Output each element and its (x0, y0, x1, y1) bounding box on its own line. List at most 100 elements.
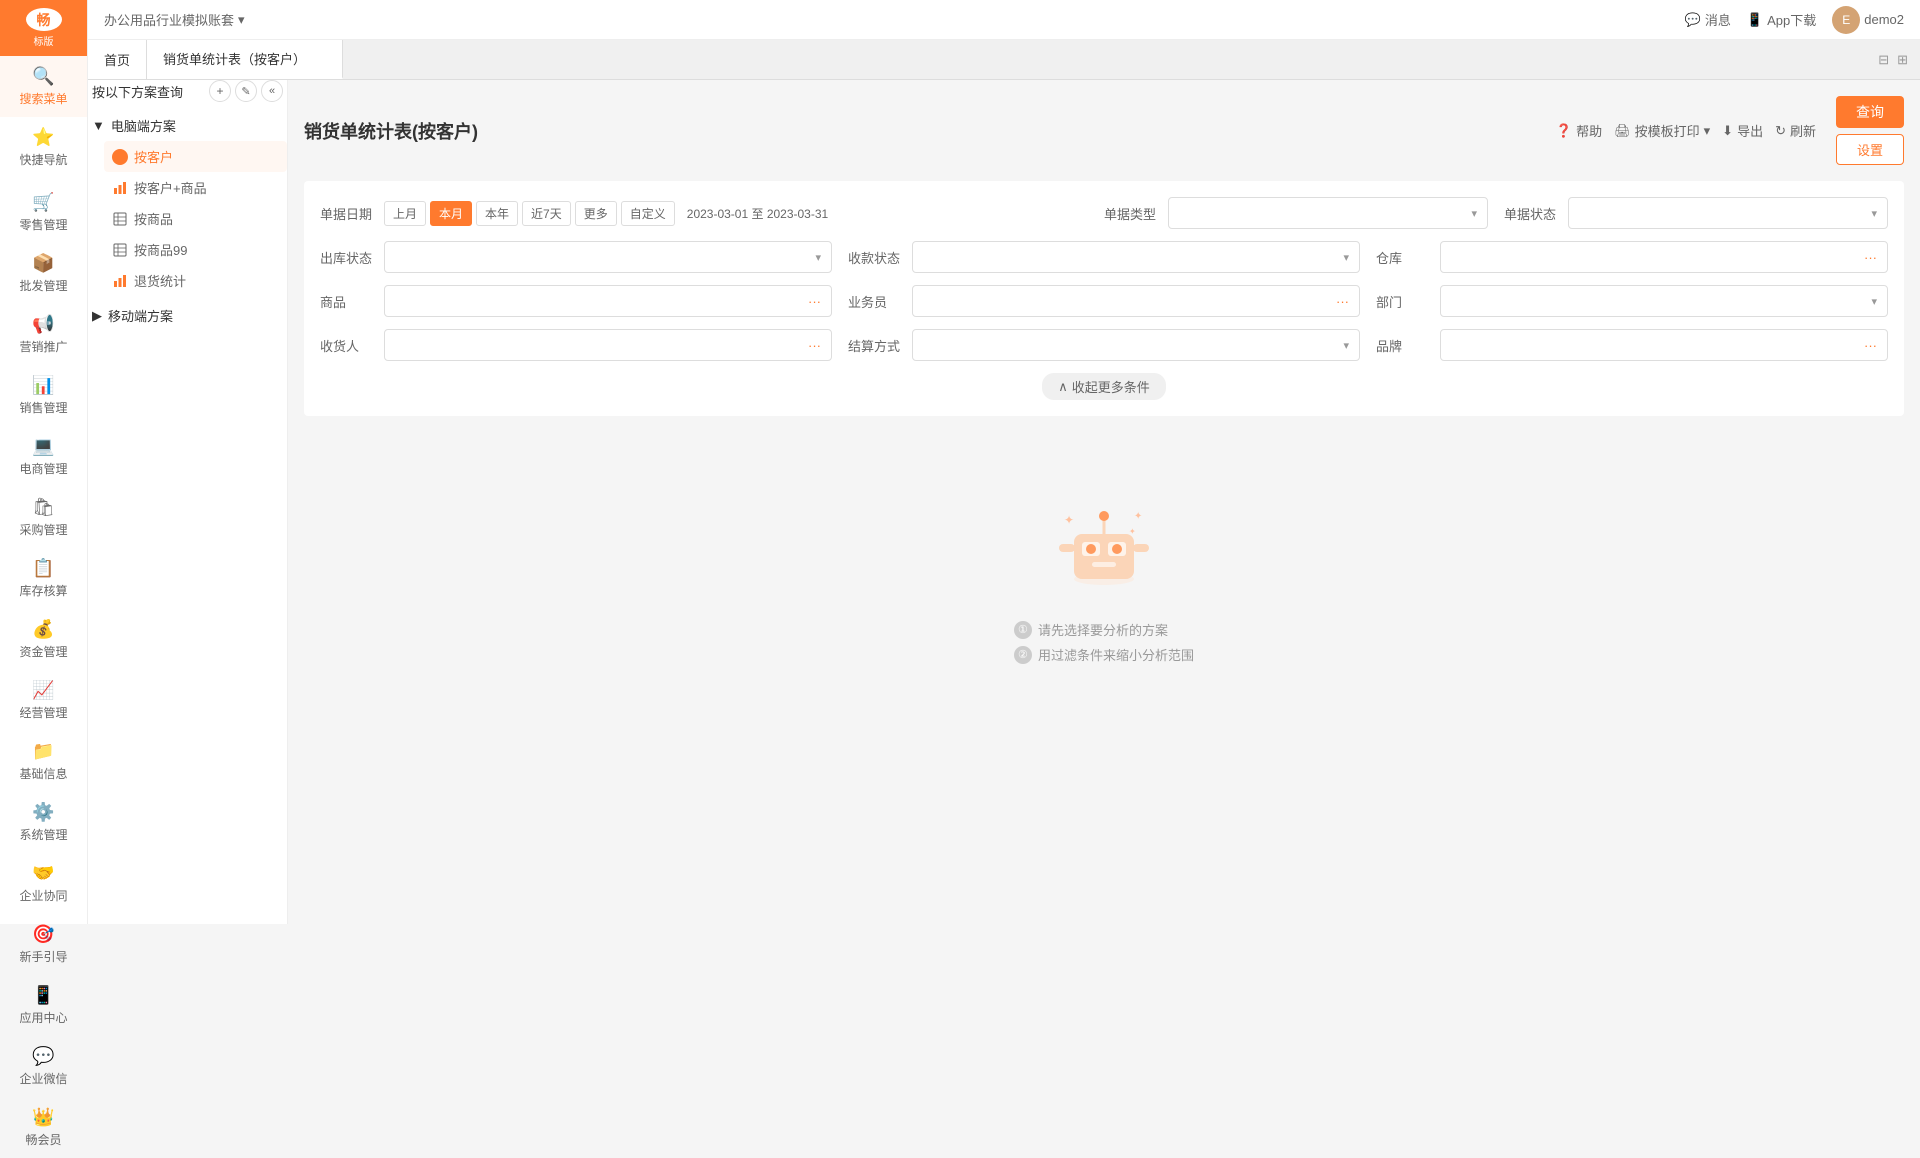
settlement-control[interactable]: ▾ (912, 329, 1360, 361)
salesperson-label: 业务员 (848, 292, 904, 311)
date-btn-this-year[interactable]: 本年 (476, 201, 518, 226)
warehouse-dots: ··· (1864, 250, 1877, 265)
logo-label: 标版 (34, 33, 54, 48)
retail-icon: 🛒 (32, 192, 54, 213)
chevron-down-icon5: ▾ (1871, 295, 1877, 308)
sidebar-item-retail[interactable]: 🛒 零售管理 (0, 182, 87, 243)
system-icon: ⚙️ (32, 802, 54, 823)
logo-area: 畅 标版 (0, 0, 87, 56)
salesperson-control[interactable]: ··· (912, 285, 1360, 317)
search-icon: 🔍 (32, 66, 54, 87)
warehouse-control[interactable]: ··· (1440, 241, 1888, 273)
export-icon: ⬇ (1722, 123, 1733, 139)
industry-selector[interactable]: 办公用品行业模拟账套 ▾ (104, 10, 245, 29)
print-btn[interactable]: 🖨 按模板打印 ▾ (1614, 121, 1710, 140)
refresh-btn[interactable]: ↻ 刷新 (1775, 121, 1816, 140)
sidebar-item-member[interactable]: 👑 畅会员 (0, 1097, 87, 1158)
settings-button[interactable]: 设置 (1836, 134, 1904, 165)
sidebar-item-wholesale[interactable]: 📦 批发管理 (0, 243, 87, 304)
user-menu[interactable]: E demo2 (1832, 6, 1904, 34)
scheme-group-mobile-header[interactable]: ▶ 移动端方案 (88, 300, 287, 331)
delivery-control[interactable]: ▾ (384, 241, 832, 273)
minimize-icon[interactable]: ⊟ (1878, 52, 1889, 68)
sidebar-item-basic[interactable]: 📁 基础信息 (0, 731, 87, 792)
sidebar-item-enterprise[interactable]: 🤝 企业协同 (0, 853, 87, 914)
scheme-item-by-goods-99[interactable]: 按商品99 (104, 234, 287, 265)
sidebar-item-label: 基础信息 (19, 765, 67, 782)
filter-panel: 单据日期 上月 本月 本年 近7天 更多 自定义 2023-03-01 至 20… (304, 181, 1904, 416)
tip-num-2: ② (1014, 646, 1032, 664)
date-btn-custom[interactable]: 自定义 (621, 201, 675, 226)
scheme-item-by-goods[interactable]: 按商品 (104, 203, 287, 234)
sidebar-item-marketing[interactable]: 📢 营销推广 (0, 304, 87, 365)
edit-icon: ✎ (241, 85, 250, 98)
sidebar-item-label: 应用中心 (19, 1009, 67, 1026)
username: demo2 (1864, 12, 1904, 27)
filter-row-1: 单据日期 上月 本月 本年 近7天 更多 自定义 2023-03-01 至 20… (320, 197, 1888, 229)
message-btn[interactable]: 💬 消息 (1685, 10, 1731, 29)
sidebar-item-wechat[interactable]: 💬 企业微信 (0, 1036, 87, 1097)
sidebar-item-label: 企业协同 (19, 887, 67, 904)
triangle-icon-right: ▶ (92, 308, 102, 324)
tab-sales-stat[interactable]: 销货单统计表（按客户） ✕ (147, 40, 343, 79)
sidebar-item-label: 电商管理 (19, 460, 67, 477)
department-label: 部门 (1376, 292, 1432, 311)
tab-sales-stat-label: 销货单统计表（按客户） (163, 49, 306, 68)
sidebar-item-sales[interactable]: 📊 销售管理 (0, 365, 87, 426)
top-bar: 办公用品行业模拟账套 ▾ 💬 消息 📱 App下载 E demo2 (88, 0, 1920, 40)
filter-recipient: 收货人 ··· (320, 329, 832, 361)
sidebar-item-appcenter[interactable]: 📱 应用中心 (0, 975, 87, 1036)
tip-text-1: 请先选择要分析的方案 (1038, 620, 1168, 639)
sidebar-item-quick-nav[interactable]: ⭐ 快捷导航 (0, 117, 87, 178)
scheme-item-return-stat[interactable]: 退货统计 (104, 265, 287, 296)
tip-num-1: ① (1014, 621, 1032, 639)
payment-control[interactable]: ▾ (912, 241, 1360, 273)
export-btn[interactable]: ⬇ 导出 (1722, 121, 1763, 140)
brand-control[interactable]: ··· (1440, 329, 1888, 361)
sidebar-item-label: 新手引导 (19, 948, 67, 965)
maximize-icon[interactable]: ⊞ (1897, 52, 1908, 68)
sidebar-item-label: 销售管理 (19, 399, 67, 416)
sidebar-item-operations[interactable]: 📈 经营管理 (0, 670, 87, 731)
date-btn-this-month[interactable]: 本月 (430, 201, 472, 226)
sidebar-item-system[interactable]: ⚙️ 系统管理 (0, 792, 87, 853)
sidebar-item-label: 快捷导航 (19, 151, 67, 168)
sidebar-item-newbie[interactable]: 🎯 新手引导 (0, 914, 87, 975)
scheme-group-desktop-header[interactable]: ▼ 电脑端方案 (88, 110, 287, 141)
goods-control[interactable]: ··· (384, 285, 832, 317)
sidebar-item-inventory[interactable]: 📋 库存核算 (0, 548, 87, 609)
empty-tips: ① 请先选择要分析的方案 ② 用过滤条件来缩小分析范围 (1014, 620, 1194, 670)
scheme-edit-btn[interactable]: ✎ (235, 80, 257, 102)
date-btn-last-month[interactable]: 上月 (384, 201, 426, 226)
query-button[interactable]: 查询 (1836, 96, 1904, 128)
tip-text-2: 用过滤条件来缩小分析范围 (1038, 645, 1194, 664)
order-type-control[interactable]: ▾ (1168, 197, 1488, 229)
goods-dots: ··· (808, 294, 821, 309)
date-btn-7days[interactable]: 近7天 (522, 201, 571, 226)
help-btn[interactable]: ❓ 帮助 (1556, 121, 1602, 140)
sidebar-item-ecommerce[interactable]: 💻 电商管理 (0, 426, 87, 487)
tab-close-btn[interactable]: ✕ (316, 52, 326, 66)
sidebar-item-finance[interactable]: 💰 资金管理 (0, 609, 87, 670)
order-status-control[interactable]: ▾ (1568, 197, 1888, 229)
scheme-item-by-customer-goods[interactable]: 按客户+商品 (104, 172, 287, 203)
department-control[interactable]: ▾ (1440, 285, 1888, 317)
sidebar-item-purchase[interactable]: 🛍 采购管理 (0, 487, 87, 548)
app-download-btn[interactable]: 📱 App下载 (1747, 10, 1816, 29)
filter-order-type: 单据类型 ▾ (1104, 197, 1488, 229)
scheme-add-btn[interactable]: + (209, 80, 231, 102)
date-btn-more[interactable]: 更多 (575, 201, 617, 226)
chevron-down-icon6: ▾ (1343, 339, 1349, 352)
date-filter: 上月 本月 本年 近7天 更多 自定义 2023-03-01 至 2023-03… (384, 201, 828, 226)
sidebar-item-search-menu[interactable]: 🔍 搜索菜单 (0, 56, 87, 117)
message-label: 消息 (1705, 10, 1731, 29)
tab-home[interactable]: 首页 (88, 40, 147, 79)
collapse-button[interactable]: ∧ 收起更多条件 (1042, 373, 1166, 400)
recipient-control[interactable]: ··· (384, 329, 832, 361)
scheme-item-by-customer[interactable]: 按客户 (104, 141, 287, 172)
maximize-controls: ⊟ ⊞ (1866, 52, 1920, 68)
sidebar-item-label: 企业微信 (19, 1070, 67, 1087)
scheme-collapse-btn[interactable]: « (261, 80, 283, 102)
filter-department: 部门 ▾ (1376, 285, 1888, 317)
finance-icon: 💰 (32, 619, 54, 640)
